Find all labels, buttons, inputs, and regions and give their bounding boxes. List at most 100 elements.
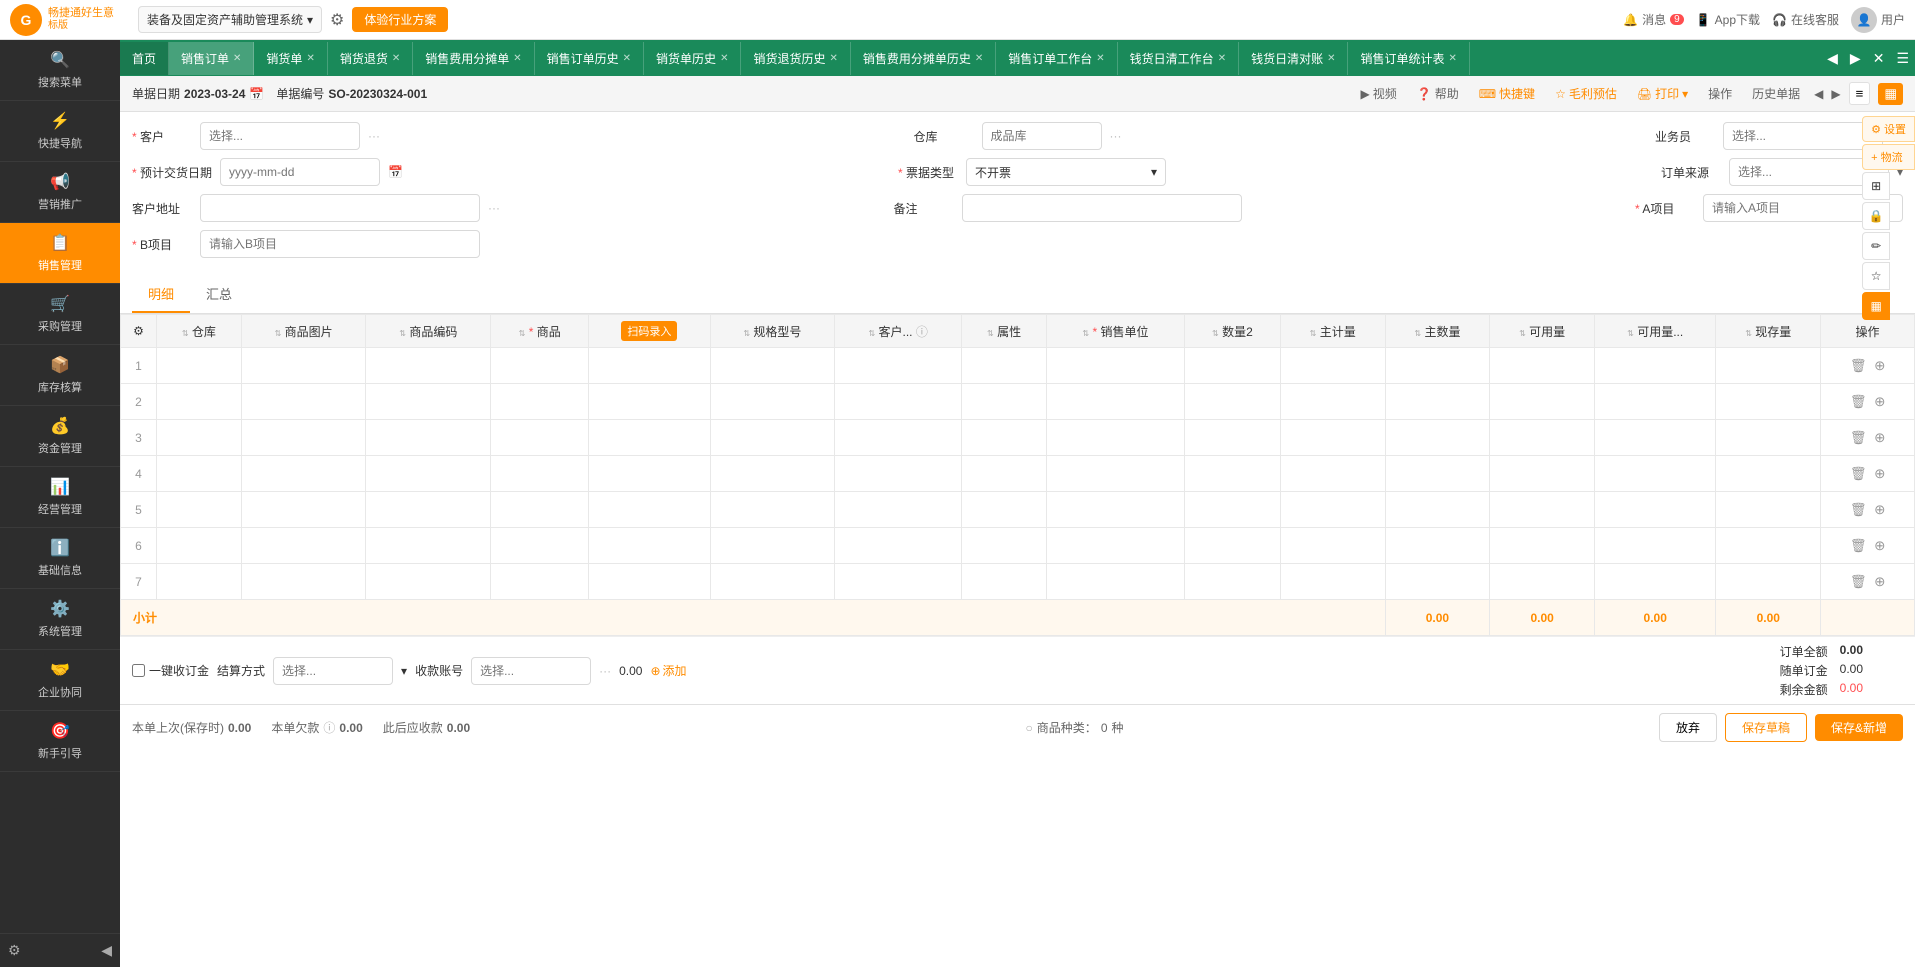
right-panel-btn2[interactable]: 🔒 [1862, 202, 1890, 230]
tab-sales-return[interactable]: 销货退货 ✕ [328, 42, 413, 75]
row-copy-btn[interactable]: ⊕ [1872, 428, 1887, 448]
cell-available[interactable] [1490, 564, 1595, 600]
cell-attr[interactable] [962, 456, 1047, 492]
delivery-input[interactable] [220, 158, 380, 186]
sidebar-item-inventory[interactable]: 📦 库存核算 [0, 345, 120, 406]
cell-qty2[interactable] [1184, 564, 1280, 600]
cell-main-unit[interactable] [1280, 492, 1385, 528]
row-delete-btn[interactable]: 🗑 [1848, 572, 1869, 592]
cell-attr[interactable] [962, 348, 1047, 384]
tab-next-btn[interactable]: ▶ [1844, 42, 1867, 75]
cell-main-unit[interactable] [1280, 564, 1385, 600]
cell-warehouse[interactable] [157, 384, 242, 420]
row-delete-btn[interactable]: 🗑 [1848, 356, 1869, 376]
tab-close-icon[interactable]: ✕ [1327, 53, 1335, 64]
settings-right-btn[interactable]: ⚙ 设置 [1862, 116, 1915, 142]
user-btn[interactable]: 👤 用户 [1851, 7, 1905, 33]
online-service-btn[interactable]: 🎧 在线客服 [1772, 11, 1839, 28]
tab-sales-order-history[interactable]: 销售订单历史 ✕ [535, 42, 644, 75]
cell-main-qty[interactable] [1385, 456, 1490, 492]
cell-code[interactable] [366, 420, 491, 456]
cell-unit[interactable] [1046, 348, 1184, 384]
sidebar-item-system[interactable]: ⚙️ 系统管理 [0, 589, 120, 650]
table-view-btn[interactable]: ▦ [1878, 83, 1903, 105]
invoice-select[interactable]: 不开票 ▾ [966, 158, 1166, 186]
cell-available[interactable] [1490, 528, 1595, 564]
cell-available[interactable] [1490, 384, 1595, 420]
cell-spec[interactable] [710, 492, 835, 528]
sidebar-item-marketing[interactable]: 📢 营销推广 [0, 162, 120, 223]
cell-current[interactable] [1716, 384, 1821, 420]
cell-unit[interactable] [1046, 420, 1184, 456]
cell-spec[interactable] [710, 564, 835, 600]
sidebar-item-operations[interactable]: 📊 经营管理 [0, 467, 120, 528]
tab-sales-order[interactable]: 销售订单 ✕ [169, 42, 254, 75]
cell-product[interactable] [491, 420, 589, 456]
cell-available[interactable] [1490, 492, 1595, 528]
add-payment-btn[interactable]: ⊕ 添加 [650, 662, 686, 679]
account-dots[interactable]: ··· [599, 664, 611, 678]
cell-current[interactable] [1716, 348, 1821, 384]
address-dots[interactable]: ··· [488, 201, 500, 215]
cell-available2[interactable] [1595, 420, 1716, 456]
tab-expense-history[interactable]: 销售费用分摊单历史 ✕ [851, 42, 996, 75]
cell-available[interactable] [1490, 348, 1595, 384]
cell-warehouse[interactable] [157, 528, 242, 564]
tab-close-icon[interactable]: ✕ [1218, 53, 1226, 64]
cell-qty2[interactable] [1184, 420, 1280, 456]
shortcut-btn[interactable]: ⌨ 快捷键 [1473, 83, 1541, 104]
cell-main-unit[interactable] [1280, 348, 1385, 384]
sidebar-item-guide[interactable]: 🎯 新手引导 [0, 711, 120, 772]
help-btn[interactable]: ❓ 帮助 [1411, 83, 1465, 104]
calendar2-icon[interactable]: 📅 [388, 165, 403, 179]
cell-unit[interactable] [1046, 564, 1184, 600]
system-selector[interactable]: 装备及固定资产辅助管理系统 ▾ [138, 6, 322, 33]
cell-product[interactable] [491, 492, 589, 528]
cell-current[interactable] [1716, 528, 1821, 564]
tab-close-icon[interactable]: ✕ [392, 53, 400, 64]
tab-daily-workbench[interactable]: 钱货日清工作台 ✕ [1118, 42, 1239, 75]
scan-btn[interactable]: 扫码录入 [621, 321, 677, 341]
cell-main-qty[interactable] [1385, 528, 1490, 564]
cell-current[interactable] [1716, 456, 1821, 492]
discard-btn[interactable]: 放弃 [1659, 713, 1717, 742]
salesperson-input[interactable] [1723, 122, 1883, 150]
settings-icon-btn[interactable]: ⚙ [330, 10, 344, 30]
tab-detail[interactable]: 明细 [132, 276, 190, 313]
tab-summary[interactable]: 汇总 [190, 276, 248, 313]
profit-btn[interactable]: ☆ 毛利预估 [1549, 83, 1623, 104]
tab-sales-expense[interactable]: 销售费用分摊单 ✕ [413, 42, 534, 75]
warehouse-input[interactable] [982, 122, 1102, 150]
cell-spec[interactable] [710, 384, 835, 420]
print-btn[interactable]: 🖨 打印 ▾ [1631, 83, 1694, 104]
add-logistics-btn[interactable]: + 物流 [1862, 144, 1915, 170]
tab-close-icon[interactable]: ✕ [829, 53, 837, 64]
row-copy-btn[interactable]: ⊕ [1872, 572, 1887, 592]
tab-close-icon[interactable]: ✕ [1096, 53, 1104, 64]
cell-warehouse[interactable] [157, 564, 242, 600]
b-project-input[interactable] [200, 230, 480, 258]
tab-close-all-btn[interactable]: ✕ [1867, 42, 1891, 75]
tab-home[interactable]: 首页 [120, 42, 169, 75]
cell-code[interactable] [366, 492, 491, 528]
row-copy-btn[interactable]: ⊕ [1872, 392, 1887, 412]
cell-main-qty[interactable] [1385, 420, 1490, 456]
cell-available2[interactable] [1595, 528, 1716, 564]
cell-product[interactable] [491, 564, 589, 600]
cell-main-unit[interactable] [1280, 528, 1385, 564]
cell-product[interactable] [491, 528, 589, 564]
row-copy-btn[interactable]: ⊕ [1872, 356, 1887, 376]
one-click-checkbox-label[interactable]: 一键收订金 [132, 662, 209, 679]
cell-product[interactable] [491, 348, 589, 384]
tab-sales-summary[interactable]: 销售订单统计表 ✕ [1348, 42, 1469, 75]
sidebar-item-basic-info[interactable]: ℹ️ 基础信息 [0, 528, 120, 589]
cell-unit[interactable] [1046, 384, 1184, 420]
cell-main-qty[interactable] [1385, 348, 1490, 384]
customer-dots[interactable]: ··· [368, 129, 380, 143]
collapse-icon[interactable]: ◀ [101, 942, 112, 959]
sidebar-item-sales[interactable]: 📋 销售管理 [0, 223, 120, 284]
tab-return-history[interactable]: 销货退货历史 ✕ [741, 42, 850, 75]
cell-current[interactable] [1716, 492, 1821, 528]
cell-attr[interactable] [962, 492, 1047, 528]
cell-code[interactable] [366, 564, 491, 600]
